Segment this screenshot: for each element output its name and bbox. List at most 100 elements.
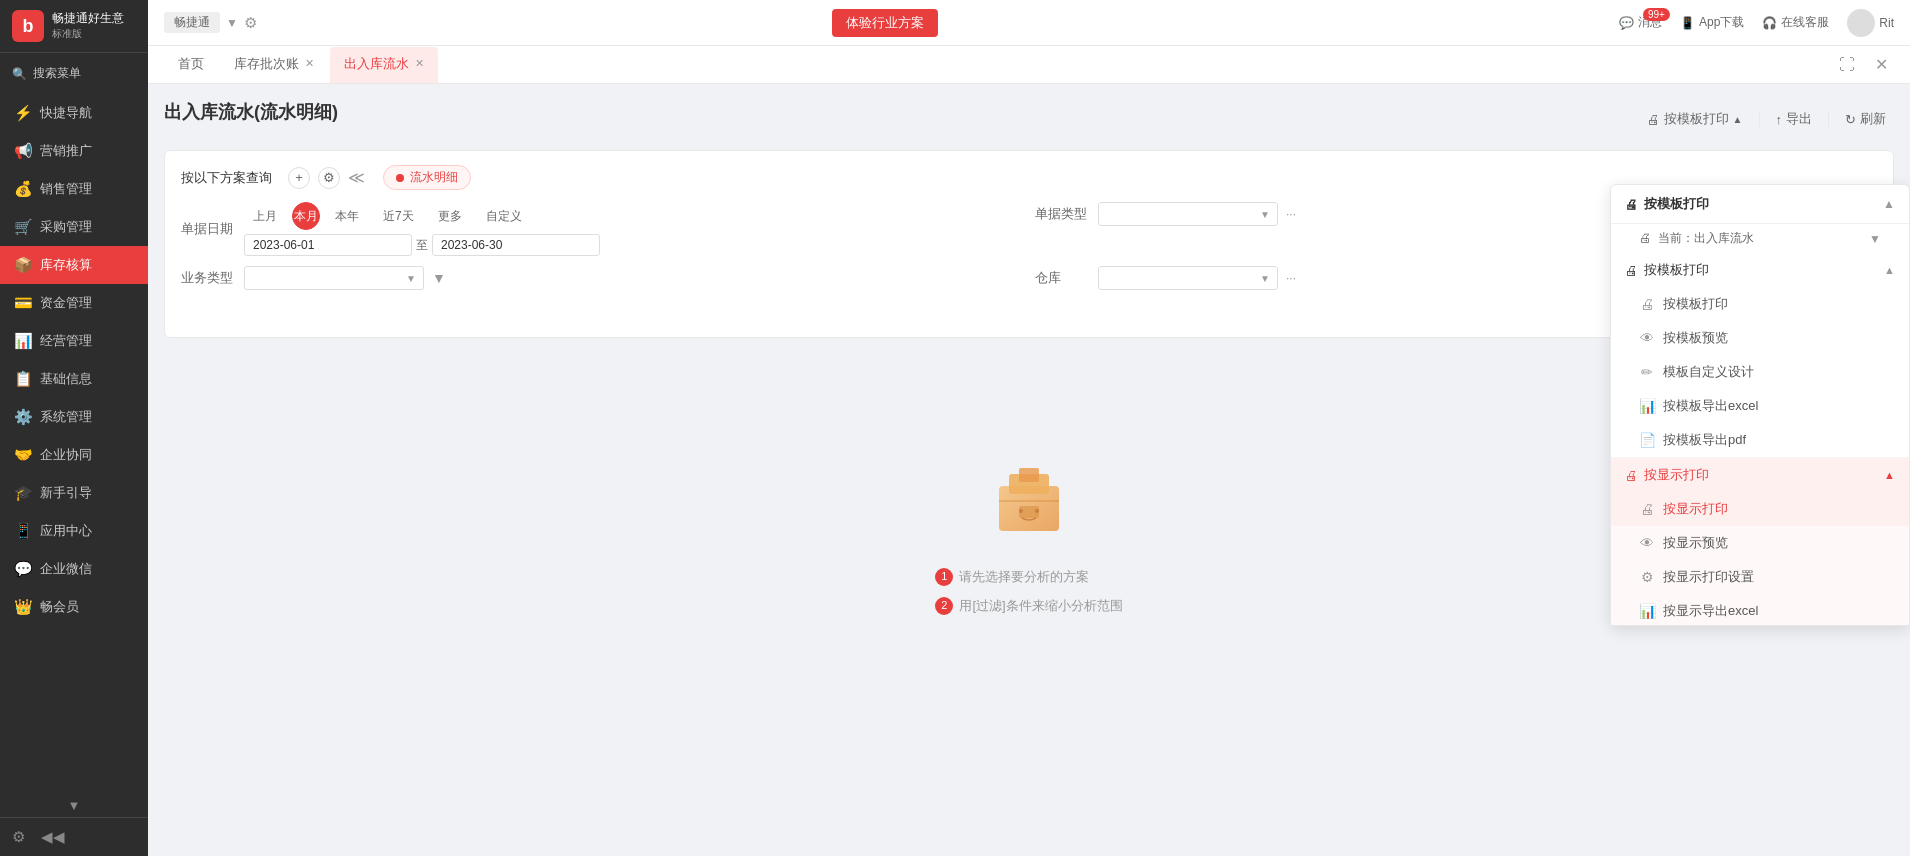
sidebar-item-app-center[interactable]: 📱 应用中心: [0, 512, 148, 550]
display-section-icon: 🖨: [1625, 468, 1638, 483]
trial-solution-button[interactable]: 体验行业方案: [832, 9, 938, 37]
date-from-input[interactable]: [244, 234, 412, 256]
empty-text: 1 请先选择要分析的方案 2 用[过滤]条件来缩小分析范围: [935, 565, 1122, 618]
sidebar-item-vip[interactable]: 👑 畅会员: [0, 588, 148, 626]
tab-home[interactable]: 首页: [164, 47, 218, 83]
close-window-icon[interactable]: ✕: [1869, 53, 1894, 76]
user-name-display: 畅捷通: [164, 12, 220, 33]
date-shortcut-this-month[interactable]: 本月: [292, 202, 320, 230]
business-type-field: 业务类型 ▼: [181, 266, 1023, 290]
business-type-chevron-icon[interactable]: ▼: [432, 270, 446, 286]
finance-icon: 💳: [14, 294, 32, 312]
add-filter-button[interactable]: +: [288, 167, 310, 189]
sidebar-item-inventory[interactable]: 📦 库存核算: [0, 246, 148, 284]
date-shortcut-custom[interactable]: 自定义: [477, 205, 531, 228]
date-shortcut-more[interactable]: 更多: [429, 205, 471, 228]
sidebar-item-guide[interactable]: 🎓 新手引导: [0, 474, 148, 512]
dropdown-item-template-preview[interactable]: 👁 按模板预览: [1611, 321, 1909, 355]
sidebar-item-enterprise[interactable]: 🤝 企业协同: [0, 436, 148, 474]
collapse-sidebar-icon[interactable]: ◀◀: [41, 828, 65, 846]
refresh-icon: ↻: [1845, 112, 1856, 127]
dropdown-header: 🖨 按模板打印 ▲: [1611, 185, 1909, 224]
display-section-chevron-icon: ▲: [1884, 469, 1895, 481]
date-shortcut-7days[interactable]: 近7天: [374, 205, 423, 228]
export-button[interactable]: ↑ 导出: [1768, 106, 1821, 132]
date-shortcut-last-month[interactable]: 上月: [244, 205, 286, 228]
dropdown-item-display-print[interactable]: 🖨 按显示打印: [1611, 492, 1909, 526]
avatar: [1847, 9, 1875, 37]
sidebar-item-basic[interactable]: 📋 基础信息: [0, 360, 148, 398]
sidebar-item-finance[interactable]: 💳 资金管理: [0, 284, 148, 322]
user-dropdown-chevron-icon[interactable]: ▼: [226, 16, 238, 30]
sidebar-search-area[interactable]: 🔍 搜索菜单: [0, 53, 148, 94]
dropdown-item-template-export-pdf[interactable]: 📄 按模板导出pdf: [1611, 423, 1909, 457]
purchase-icon: 🛒: [14, 218, 32, 236]
dropdown-item-display-print-settings[interactable]: ⚙ 按显示打印设置: [1611, 560, 1909, 594]
display-preview-icon: 👁: [1639, 535, 1655, 551]
refresh-button[interactable]: ↻ 刷新: [1837, 106, 1894, 132]
display-excel-icon: 📊: [1639, 603, 1655, 619]
settings-icon[interactable]: ⚙: [12, 828, 25, 846]
sidebar-item-operations[interactable]: 📊 经营管理: [0, 322, 148, 360]
dropdown-print-icon: 🖨: [1625, 197, 1638, 212]
dropdown-item-template-print[interactable]: 🖨 按模板打印: [1611, 287, 1909, 321]
filter-tag[interactable]: 流水明细: [383, 165, 471, 190]
sales-icon: 💰: [14, 180, 32, 198]
dropdown-template-header[interactable]: 🖨 按模板打印 ▲: [1611, 253, 1909, 287]
date-to-input[interactable]: [432, 234, 600, 256]
dropdown-item-template-customize[interactable]: ✏ 模板自定义设计: [1611, 355, 1909, 389]
tab-batch[interactable]: 库存批次账 ✕: [220, 47, 328, 83]
date-shortcut-this-year[interactable]: 本年: [326, 205, 368, 228]
dropdown-current-chevron-icon[interactable]: ▼: [1869, 232, 1881, 246]
dropdown-header-right: ▲: [1883, 197, 1895, 211]
dropdown-item-display-preview[interactable]: 👁 按显示预览: [1611, 526, 1909, 560]
dropdown-display-header[interactable]: 🖨 按显示打印 ▲: [1611, 458, 1909, 492]
bill-type-select[interactable]: [1098, 202, 1278, 226]
maximize-window-icon[interactable]: ⛶: [1833, 54, 1861, 76]
template-preview-icon: 👁: [1639, 330, 1655, 346]
app-download-button[interactable]: 📱 App下载: [1680, 14, 1744, 31]
app-center-icon: 📱: [14, 522, 32, 540]
topbar-gear-icon[interactable]: ⚙: [244, 14, 257, 32]
template-section-icon: 🖨: [1625, 263, 1638, 278]
sidebar-item-system[interactable]: ⚙️ 系统管理: [0, 398, 148, 436]
avatar-area[interactable]: Rit: [1847, 9, 1894, 37]
dropdown-chevron-up-icon[interactable]: ▲: [1883, 197, 1895, 211]
dropdown-item-display-export-excel[interactable]: 📊 按显示导出excel: [1611, 594, 1909, 625]
print-chevron-up-icon: ▲: [1733, 114, 1743, 125]
tab-batch-close-icon[interactable]: ✕: [305, 57, 314, 70]
sidebar-item-purchase[interactable]: 🛒 采购管理: [0, 208, 148, 246]
sidebar-item-quick-nav[interactable]: ⚡ 快捷导航: [0, 94, 148, 132]
tab-flow-close-icon[interactable]: ✕: [415, 57, 424, 70]
warehouse-select[interactable]: [1098, 266, 1278, 290]
app-name: 畅捷通好生意: [52, 11, 124, 27]
printer-icon: 🖨: [1647, 112, 1660, 127]
filter-settings-button[interactable]: ⚙: [318, 167, 340, 189]
search-menu-button[interactable]: 🔍 搜索菜单: [12, 61, 136, 86]
business-type-select[interactable]: [244, 266, 424, 290]
marketing-icon: 📢: [14, 142, 32, 160]
sidebar-item-wechat[interactable]: 💬 企业微信: [0, 550, 148, 588]
page-title: 出入库流水(流水明细): [164, 100, 338, 124]
empty-svg: [984, 456, 1074, 546]
sidebar-item-marketing[interactable]: 📢 营销推广: [0, 132, 148, 170]
bill-type-label: 单据类型: [1035, 205, 1090, 223]
expand-filter-button[interactable]: ≪: [348, 168, 365, 187]
sidebar-item-sales[interactable]: 💰 销售管理: [0, 170, 148, 208]
print-dropdown-panel: 🖨 按模板打印 ▲ 🖨 当前：出入库流水 ▼: [1610, 184, 1910, 626]
print-template-button[interactable]: 🖨 按模板打印 ▲: [1639, 106, 1751, 132]
sidebar: b 畅捷通好生意 标准版 🔍 搜索菜单 ⚡ 快捷导航 📢 营销推广 💰 销售管理…: [0, 0, 148, 856]
dropdown-item-template-export-excel[interactable]: 📊 按模板导出excel: [1611, 389, 1909, 423]
online-service-button[interactable]: 🎧 在线客服: [1762, 14, 1829, 31]
message-icon: 💬: [1619, 16, 1634, 30]
sidebar-scroll-down[interactable]: ▼: [68, 798, 81, 813]
message-button[interactable]: 💬 消息 99+: [1619, 14, 1662, 31]
empty-step-2: 2 用[过滤]条件来缩小分析范围: [935, 594, 1122, 617]
toolbar-divider-1: [1759, 111, 1760, 127]
current-label: 🖨 当前：出入库流水: [1639, 230, 1754, 247]
guide-icon: 🎓: [14, 484, 32, 502]
bill-type-more-icon[interactable]: ···: [1286, 207, 1296, 221]
warehouse-more-icon[interactable]: ···: [1286, 271, 1296, 285]
tab-flow[interactable]: 出入库流水 ✕: [330, 47, 438, 83]
enterprise-icon: 🤝: [14, 446, 32, 464]
